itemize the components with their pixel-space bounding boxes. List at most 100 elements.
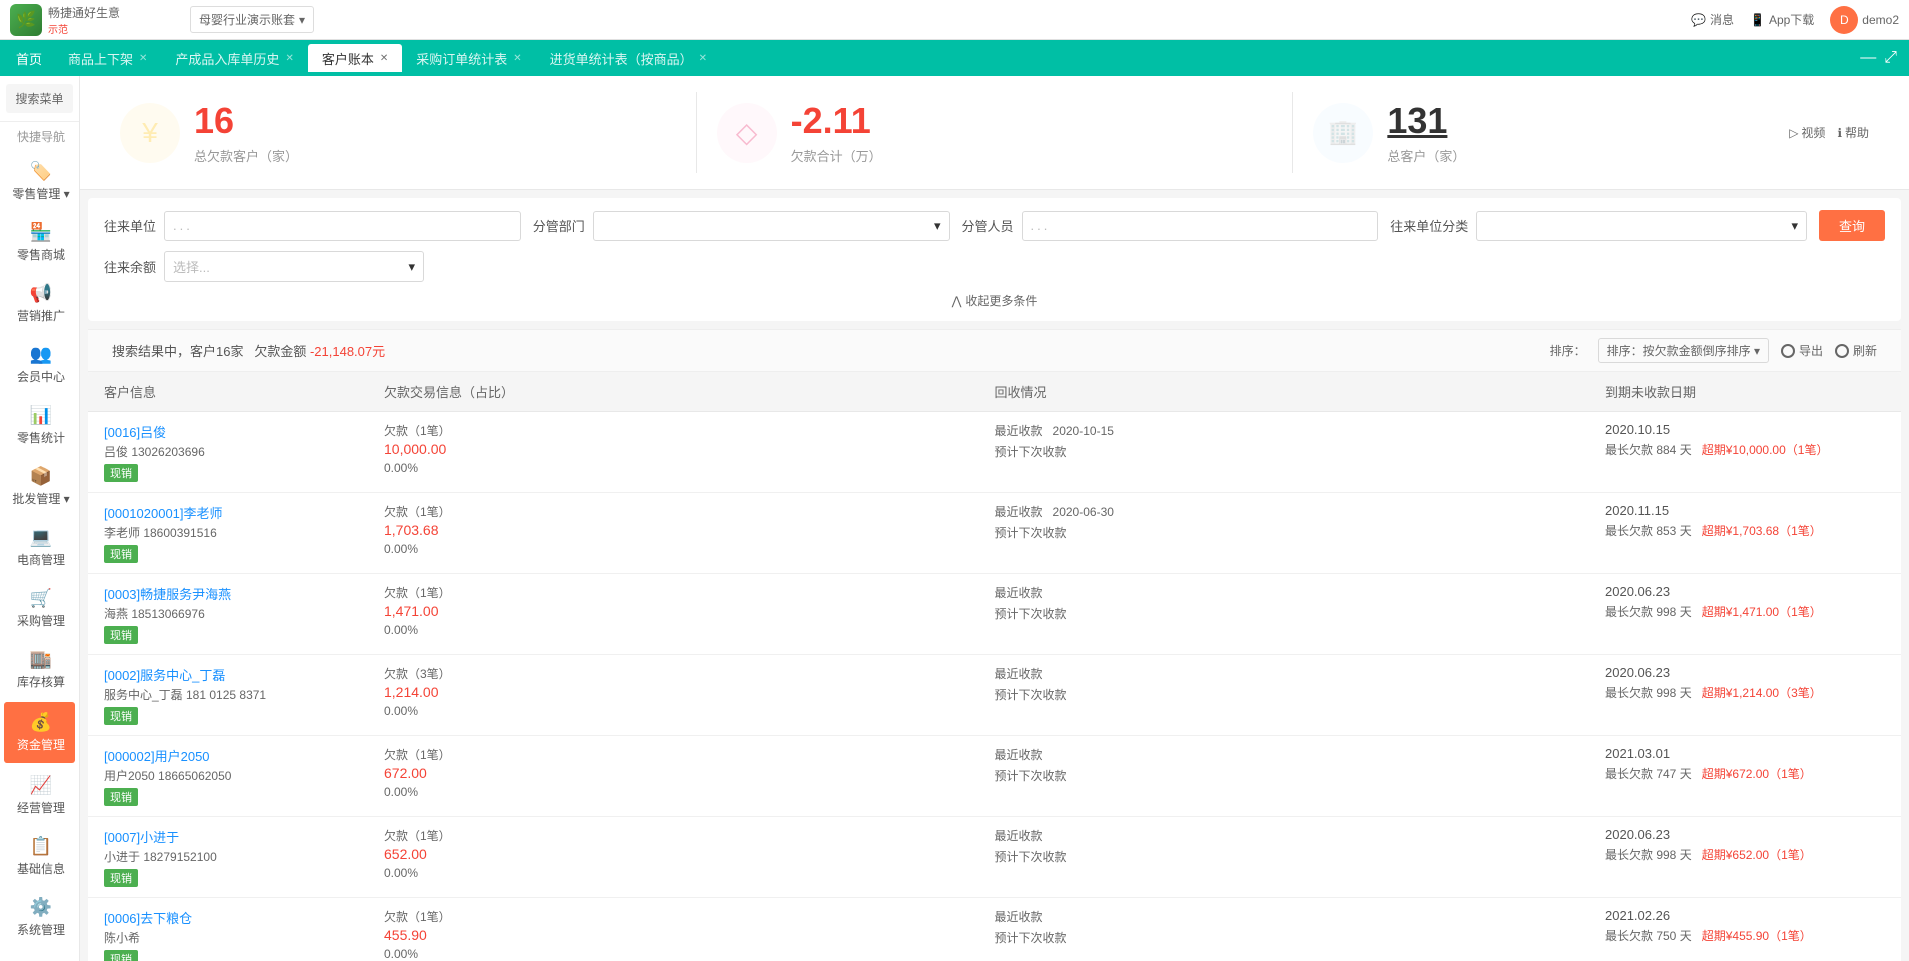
- table-row: [0003]畅捷服务尹海燕 海燕 18513066976 现销 欠款（1笔） 1…: [88, 574, 1901, 655]
- sidebar-item-marketing[interactable]: 📢 营销推广: [0, 273, 79, 334]
- overdue-link-5[interactable]: 超期¥652.00（1笔）: [1702, 848, 1812, 862]
- owed-amount-label: 欠款合计（万）: [791, 146, 882, 165]
- sidebar-item-inventory[interactable]: 🏬 库存核算: [0, 639, 79, 700]
- customer-name-6[interactable]: [0006]去下粮仓: [104, 908, 384, 927]
- help-btn[interactable]: ℹ 帮助: [1837, 124, 1869, 141]
- customer-phone-0: 吕俊 13026203696: [104, 443, 384, 460]
- table-container: 客户信息 欠款交易信息（占比） 回收情况 到期未收款日期 [0016]吕俊 吕俊…: [88, 372, 1901, 961]
- download-icon: 📱: [1750, 13, 1765, 27]
- refresh-btn[interactable]: 刷新: [1835, 342, 1877, 359]
- sort-select[interactable]: 排序：按欠款金额倒序排序 ▾: [1598, 338, 1769, 363]
- tab-close-icon[interactable]: ✕: [513, 53, 521, 64]
- total-customers-value: 131: [1387, 100, 1465, 142]
- total-customers-label: 总客户（家）: [1387, 146, 1465, 165]
- inventory-icon: 🏬: [11, 649, 71, 670]
- stat-card-total-customers: 🏢 131 总客户（家） ▷ 视频 ℹ 帮助: [1293, 92, 1889, 173]
- col-header-debt: 欠款交易信息（占比）: [384, 382, 995, 401]
- customer-name-4[interactable]: [000002]用户2050: [104, 746, 384, 765]
- sidebar-item-members[interactable]: 👥 会员中心: [0, 334, 79, 395]
- overdue-link-6[interactable]: 超期¥455.90（1笔）: [1702, 929, 1812, 943]
- due-date-info-0: 2020.10.15 最长欠款 884 天 超期¥10,000.00（1笔）: [1605, 422, 1885, 458]
- tab-close-icon[interactable]: ✕: [380, 53, 388, 64]
- tab-home[interactable]: 首页: [4, 49, 54, 68]
- owed-customers-label: 总欠款客户（家）: [194, 146, 298, 165]
- export-btn[interactable]: 导出: [1781, 342, 1823, 359]
- tab-close-icon[interactable]: ✕: [139, 53, 147, 64]
- customer-info-3: [0002]服务中心_丁磊 服务中心_丁磊 181 0125 8371 现销: [104, 665, 384, 725]
- customer-phone-2: 海燕 18513066976: [104, 605, 384, 622]
- tab-minimize-icon[interactable]: —: [1860, 49, 1876, 67]
- overdue-link-2[interactable]: 超期¥1,471.00（1笔）: [1702, 605, 1822, 619]
- customer-name-0[interactable]: [0016]吕俊: [104, 422, 384, 441]
- messages-btn[interactable]: 💬 消息: [1691, 11, 1734, 28]
- customer-phone-6: 陈小希: [104, 929, 384, 946]
- collapse-icon: ⋀: [952, 294, 962, 308]
- manager-input[interactable]: ...: [1022, 211, 1379, 241]
- owed-amount-icon: ◇: [717, 103, 777, 163]
- user-profile-btn[interactable]: D demo2: [1830, 6, 1899, 34]
- overdue-link-1[interactable]: 超期¥1,703.68（1笔）: [1702, 524, 1822, 538]
- customer-tag-2: 现销: [104, 626, 138, 644]
- unit-category-select[interactable]: ▾: [1476, 211, 1807, 241]
- org-arrow-icon: ▾: [299, 13, 305, 27]
- batch-mgmt-icon: 📦: [11, 466, 71, 487]
- collapse-btn[interactable]: ⋀ 收起更多条件: [952, 292, 1038, 309]
- system-icon: ⚙️: [11, 897, 71, 918]
- tab-inventory-stats[interactable]: 进货单统计表（按商品） ✕: [536, 44, 721, 72]
- sidebar-search-btn[interactable]: 搜索菜单: [6, 84, 73, 113]
- overdue-link-4[interactable]: 超期¥672.00（1笔）: [1702, 767, 1812, 781]
- sidebar-item-finance[interactable]: 💰 资金管理: [4, 702, 75, 763]
- customer-name-3[interactable]: [0002]服务中心_丁磊: [104, 665, 384, 684]
- overdue-link-3[interactable]: 超期¥1,214.00（3笔）: [1702, 686, 1822, 700]
- sidebar-item-purchase-mgmt[interactable]: 🛒 采购管理: [0, 578, 79, 639]
- stat-card-owed-customers: ¥ 16 总欠款客户（家）: [100, 92, 697, 173]
- customer-name-5[interactable]: [0007]小进于: [104, 827, 384, 846]
- tab-products-off[interactable]: 商品上下架 ✕: [54, 44, 161, 72]
- sidebar-item-system[interactable]: ⚙️ 系统管理: [0, 887, 79, 948]
- video-btn[interactable]: ▷ 视频: [1789, 124, 1825, 141]
- source-unit-input[interactable]: ...: [164, 211, 521, 241]
- sidebar-item-retail-mall[interactable]: 🏪 零售商城: [0, 212, 79, 273]
- sidebar-item-ecommerce[interactable]: 💻 电商管理: [0, 517, 79, 578]
- customer-name-2[interactable]: [0003]畅捷服务尹海燕: [104, 584, 384, 603]
- filter-row-2: 往来余额 选择... ▾: [104, 251, 1885, 282]
- sidebar-item-basic-info[interactable]: 📋 基础信息: [0, 826, 79, 887]
- customer-phone-5: 小进于 18279152100: [104, 848, 384, 865]
- table-row: [0001020001]李老师 李老师 18600391516 现销 欠款（1笔…: [88, 493, 1901, 574]
- tab-production-history[interactable]: 产成品入库单历史 ✕: [161, 44, 307, 72]
- table-row: [0002]服务中心_丁磊 服务中心_丁磊 181 0125 8371 现销 欠…: [88, 655, 1901, 736]
- overdue-link-0[interactable]: 超期¥10,000.00（1笔）: [1702, 443, 1829, 457]
- search-button[interactable]: 查询: [1819, 210, 1885, 241]
- filter-unit-category: 往来单位分类 ▾: [1390, 211, 1807, 241]
- app-download-btn[interactable]: 📱 App下载: [1750, 11, 1814, 28]
- tab-close-icon[interactable]: ✕: [285, 53, 293, 64]
- customer-name-1[interactable]: [0001020001]李老师: [104, 503, 384, 522]
- tab-expand-icon[interactable]: ⤢: [1884, 49, 1897, 67]
- sidebar-item-retail-stats[interactable]: 📊 零售统计: [0, 395, 79, 456]
- dept-select[interactable]: ▾: [593, 211, 950, 241]
- balance-select[interactable]: 选择... ▾: [164, 251, 424, 282]
- owed-customers-icon: ¥: [120, 103, 180, 163]
- customer-info-1: [0001020001]李老师 李老师 18600391516 现销: [104, 503, 384, 563]
- result-info: 搜索结果中，客户16家 欠款金额 -21,148.07元: [112, 341, 385, 360]
- message-icon: 💬: [1691, 13, 1706, 27]
- org-selector[interactable]: 母婴行业演示账套 ▾: [190, 6, 314, 33]
- source-unit-label: 往来单位: [104, 216, 156, 235]
- debt-info-4: 欠款（1笔） 672.00 0.00%: [384, 746, 995, 799]
- customer-info-2: [0003]畅捷服务尹海燕 海燕 18513066976 现销: [104, 584, 384, 644]
- dept-arrow-icon: ▾: [934, 218, 941, 234]
- tab-close-icon[interactable]: ✕: [699, 53, 707, 64]
- top-bar: 🌿 畅捷通好生意 示范 母婴行业演示账套 ▾ 💬 消息 📱 App下载 D de…: [0, 0, 1909, 40]
- return-info-2: 最近收款 预计下次收款: [995, 584, 1606, 622]
- sidebar-item-retail-mgmt[interactable]: 🏷️ 零售管理 ▾: [0, 151, 79, 212]
- tab-customer-account[interactable]: 客户账本 ✕: [308, 44, 402, 72]
- return-info-0: 最近收款 2020-10-15 预计下次收款: [995, 422, 1606, 460]
- sidebar-item-batch-mgmt[interactable]: 📦 批发管理 ▾: [0, 456, 79, 517]
- sidebar-item-enterprise-collab[interactable]: 🤝 企业协同: [0, 948, 79, 961]
- due-date-info-3: 2020.06.23 最长欠款 998 天 超期¥1,214.00（3笔）: [1605, 665, 1885, 701]
- tab-purchase-order[interactable]: 采购订单统计表 ✕: [402, 44, 535, 72]
- app-subtitle: 示范: [48, 21, 120, 36]
- return-info-3: 最近收款 预计下次收款: [995, 665, 1606, 703]
- ecommerce-icon: 💻: [11, 527, 71, 548]
- sidebar-item-operations[interactable]: 📈 经营管理: [0, 765, 79, 826]
